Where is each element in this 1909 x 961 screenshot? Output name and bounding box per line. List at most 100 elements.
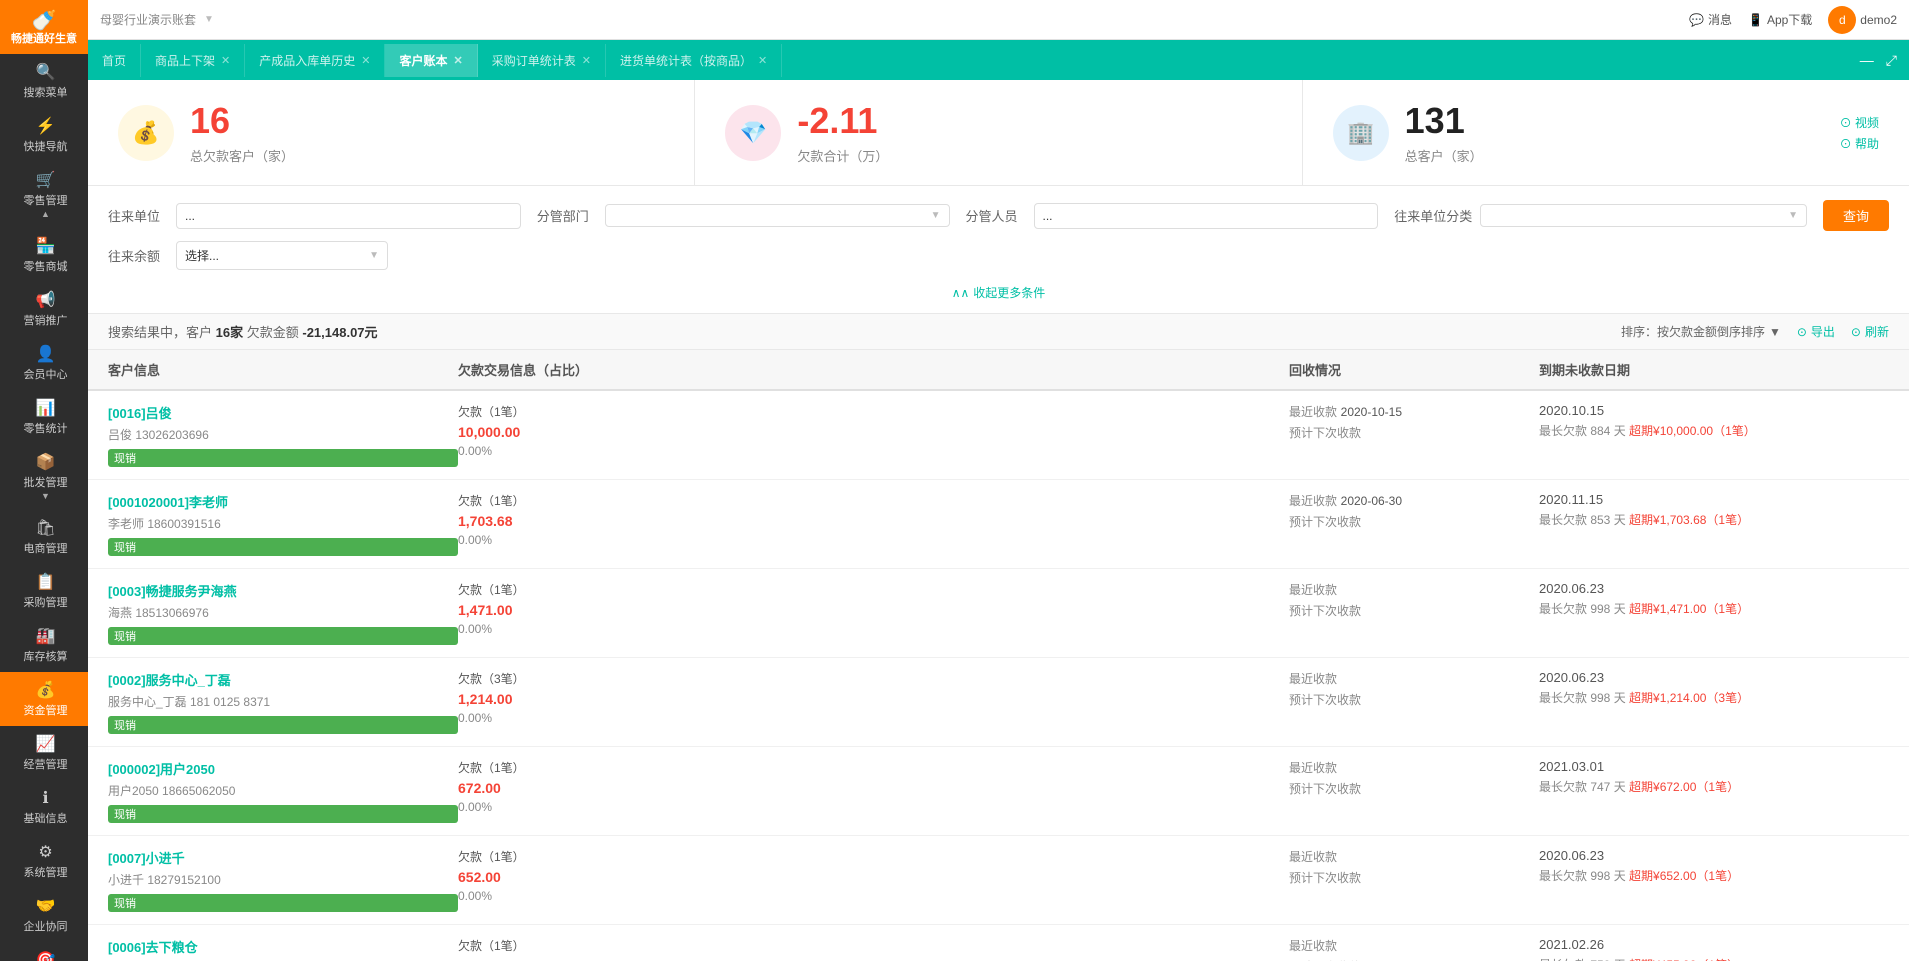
filter-dept: 分管部门 ▼ [537, 204, 950, 227]
person-input[interactable]: ... [1034, 203, 1379, 229]
tab-inbound-stats[interactable]: 进货单统计表（按商品） ✕ [606, 44, 782, 77]
overdue-amount-5[interactable]: 超期¥652.00（1笔） [1629, 869, 1739, 883]
overdue-date-5: 2020.06.23 [1539, 848, 1889, 863]
sidebar-item-retail-mgmt[interactable]: 🛒 零售管理 ▲ [0, 162, 88, 228]
sidebar-item-retail-stats[interactable]: 📊 零售统计 [0, 390, 88, 444]
tab-minimize-btn[interactable]: — [1856, 50, 1878, 70]
message-btn[interactable]: 💬 消息 [1689, 11, 1732, 28]
customer-name-6[interactable]: [0006]去下粮仓 [108, 937, 458, 956]
chevron-down-icon: ▲ [41, 209, 50, 219]
sidebar-item-inventory[interactable]: 🏭 库存核算 [0, 618, 88, 672]
sidebar-item-marketing[interactable]: 📢 营销推广 [0, 282, 88, 336]
company-dropdown-icon[interactable]: ▼ [204, 14, 214, 25]
last-collect-1: 最近收款 2020-06-30 [1289, 492, 1539, 509]
sidebar-item-member-center[interactable]: 👤 会员中心 [0, 336, 88, 390]
collapse-button[interactable]: ∧∧ 收起更多条件 [952, 284, 1046, 301]
help-link[interactable]: ⊙ 帮助 [1840, 135, 1879, 152]
refresh-icon: ⊙ [1851, 325, 1861, 339]
customer-info-2: [0003]畅捷服务尹海燕 海燕 18513066976 现销 [108, 581, 458, 645]
customer-name-2[interactable]: [0003]畅捷服务尹海燕 [108, 581, 458, 600]
last-collect-0: 最近收款 2020-10-15 [1289, 403, 1539, 420]
overdue-info-5: 2020.06.23 最长欠款 998 天 超期¥652.00（1笔） [1539, 848, 1889, 912]
debt-info-4: 欠款（1笔） 672.00 0.00% [458, 759, 1289, 823]
tab-product-history-label: 产成品入库单历史 [259, 52, 355, 69]
filter-area: 往来单位 ... 分管部门 ▼ 分管人员 [88, 186, 1909, 314]
debt-count-0: 欠款（1笔） [458, 403, 1289, 420]
sidebar-item-operations[interactable]: 📈 经营管理 [0, 726, 88, 780]
result-info: 搜索结果中，客户 16家 欠款金额 -21,148.07元 [108, 322, 378, 341]
overdue-amount-2[interactable]: 超期¥1,471.00（1笔） [1629, 602, 1749, 616]
app-container: 🍼 畅捷通好生意 🔍 搜索菜单 ⚡ 快捷导航 🛒 零售管理 ▲ 🏪 零售商城 📢… [0, 0, 1909, 961]
sidebar-item-label: 营销推广 [7, 312, 84, 328]
search-button[interactable]: 查询 [1823, 200, 1889, 231]
sidebar-item-quick-nav[interactable]: ⚡ 快捷导航 [0, 108, 88, 162]
export-button[interactable]: ⊙ 导出 [1797, 323, 1835, 340]
sidebar-item-system-mgmt[interactable]: ⚙ 系统管理 [0, 834, 88, 888]
table-row: [0001020001]李老师 李老师 18600391516 现销 欠款（1笔… [88, 480, 1909, 569]
dept-select[interactable]: ▼ [605, 204, 950, 227]
sidebar-item-wholesale-mgmt[interactable]: 📦 批发管理 ▼ [0, 444, 88, 510]
result-actions: 排序：按欠款金额倒序排序 ▼ ⊙ 导出 ⊙ 刷新 [1621, 323, 1889, 340]
category-select[interactable]: ▼ [1480, 204, 1807, 227]
tab-bar: 首页 商品上下架 ✕ 产成品入库单历史 ✕ 客户账本 ✕ 采购订单统计表 ✕ 进… [88, 40, 1909, 80]
tab-expand-btn[interactable]: ⤢ [1882, 50, 1901, 71]
sidebar-item-purchase-mgmt[interactable]: 📋 采购管理 [0, 564, 88, 618]
stat-number-debtors: 16 [190, 100, 294, 142]
balance-select[interactable]: 选择... ▼ [176, 241, 388, 270]
logo-text: 畅捷通好生意 [4, 33, 84, 46]
collection-info-5: 最近收款 预计下次收款 [1289, 848, 1539, 912]
app-download-btn[interactable]: 📱 App下载 [1748, 11, 1812, 28]
overdue-amount-0[interactable]: 超期¥10,000.00（1笔） [1629, 424, 1756, 438]
sidebar-item-new-guide[interactable]: 🎯 新手引导 [0, 942, 88, 961]
person-dots: ... [1043, 209, 1053, 223]
close-icon-3[interactable]: ✕ [454, 54, 463, 67]
filter-row-2: 往来余额 选择... ▼ [108, 241, 1889, 270]
vendor-input[interactable]: ... [176, 203, 521, 229]
filter-vendor: 往来单位 ... [108, 203, 521, 229]
customer-name-5[interactable]: [0007]小进千 [108, 848, 458, 867]
sidebar-item-label: 零售商城 [7, 258, 84, 274]
debt-ratio-2: 0.00% [458, 622, 1289, 636]
sidebar-item-basic-info[interactable]: ℹ 基础信息 [0, 780, 88, 834]
next-collect-4: 预计下次收款 [1289, 780, 1539, 797]
user-avatar[interactable]: d demo2 [1828, 6, 1897, 34]
close-icon-4[interactable]: ✕ [582, 54, 591, 67]
filter-row-1: 往来单位 ... 分管部门 ▼ 分管人员 [108, 200, 1889, 231]
sidebar-item-enterprise-coop[interactable]: 🤝 企业协同 [0, 888, 88, 942]
customer-tag-5: 现销 [108, 894, 458, 912]
last-collect-2: 最近收款 [1289, 581, 1539, 598]
sidebar-item-label: 采购管理 [7, 594, 84, 610]
result-info-text: 搜索结果中，客户 [108, 325, 212, 340]
video-link[interactable]: ⊙ 视频 [1840, 114, 1879, 131]
close-icon-5[interactable]: ✕ [758, 54, 767, 67]
overdue-date-4: 2021.03.01 [1539, 759, 1889, 774]
overdue-amount-3[interactable]: 超期¥1,214.00（3笔） [1629, 691, 1749, 705]
customer-name-3[interactable]: [0002]服务中心_丁磊 [108, 670, 458, 689]
sidebar-item-retail-mall[interactable]: 🏪 零售商城 [0, 228, 88, 282]
overdue-amount-1[interactable]: 超期¥1,703.68（1笔） [1629, 513, 1749, 527]
refresh-button[interactable]: ⊙ 刷新 [1851, 323, 1889, 340]
chevron-down-cat-icon: ▼ [1788, 210, 1798, 221]
finance-icon: 💰 [7, 680, 84, 700]
sort-chevron-icon: ▼ [1769, 325, 1781, 339]
close-icon[interactable]: ✕ [221, 54, 230, 67]
tab-product-history[interactable]: 产成品入库单历史 ✕ [245, 44, 385, 77]
collapse-label: 收起更多条件 [973, 284, 1045, 301]
export-icon: ⊙ [1797, 325, 1807, 339]
tab-customer-account[interactable]: 客户账本 ✕ [385, 44, 477, 77]
sort-select[interactable]: 排序：按欠款金额倒序排序 ▼ [1621, 323, 1781, 340]
sidebar-item-finance[interactable]: 💰 资金管理 [0, 672, 88, 726]
tab-purchase-order[interactable]: 采购订单统计表 ✕ [478, 44, 606, 77]
overdue-amount-4[interactable]: 超期¥672.00（1笔） [1629, 780, 1739, 794]
customer-tag-1: 现销 [108, 538, 458, 556]
sidebar-item-search-menu[interactable]: 🔍 搜索菜单 [0, 54, 88, 108]
collection-info-4: 最近收款 预计下次收款 [1289, 759, 1539, 823]
sidebar-item-ecommerce[interactable]: 🛍 电商管理 [0, 510, 88, 564]
tab-home[interactable]: 首页 [88, 44, 141, 77]
customer-name-1[interactable]: [0001020001]李老师 [108, 492, 458, 511]
close-icon-2[interactable]: ✕ [361, 54, 370, 67]
customer-name-0[interactable]: [0016]吕俊 [108, 403, 458, 422]
customer-name-4[interactable]: [000002]用户2050 [108, 759, 458, 778]
table-row: [0016]吕俊 吕俊 13026203696 现销 欠款（1笔） 10,000… [88, 391, 1909, 480]
tab-product-offline[interactable]: 商品上下架 ✕ [141, 44, 245, 77]
